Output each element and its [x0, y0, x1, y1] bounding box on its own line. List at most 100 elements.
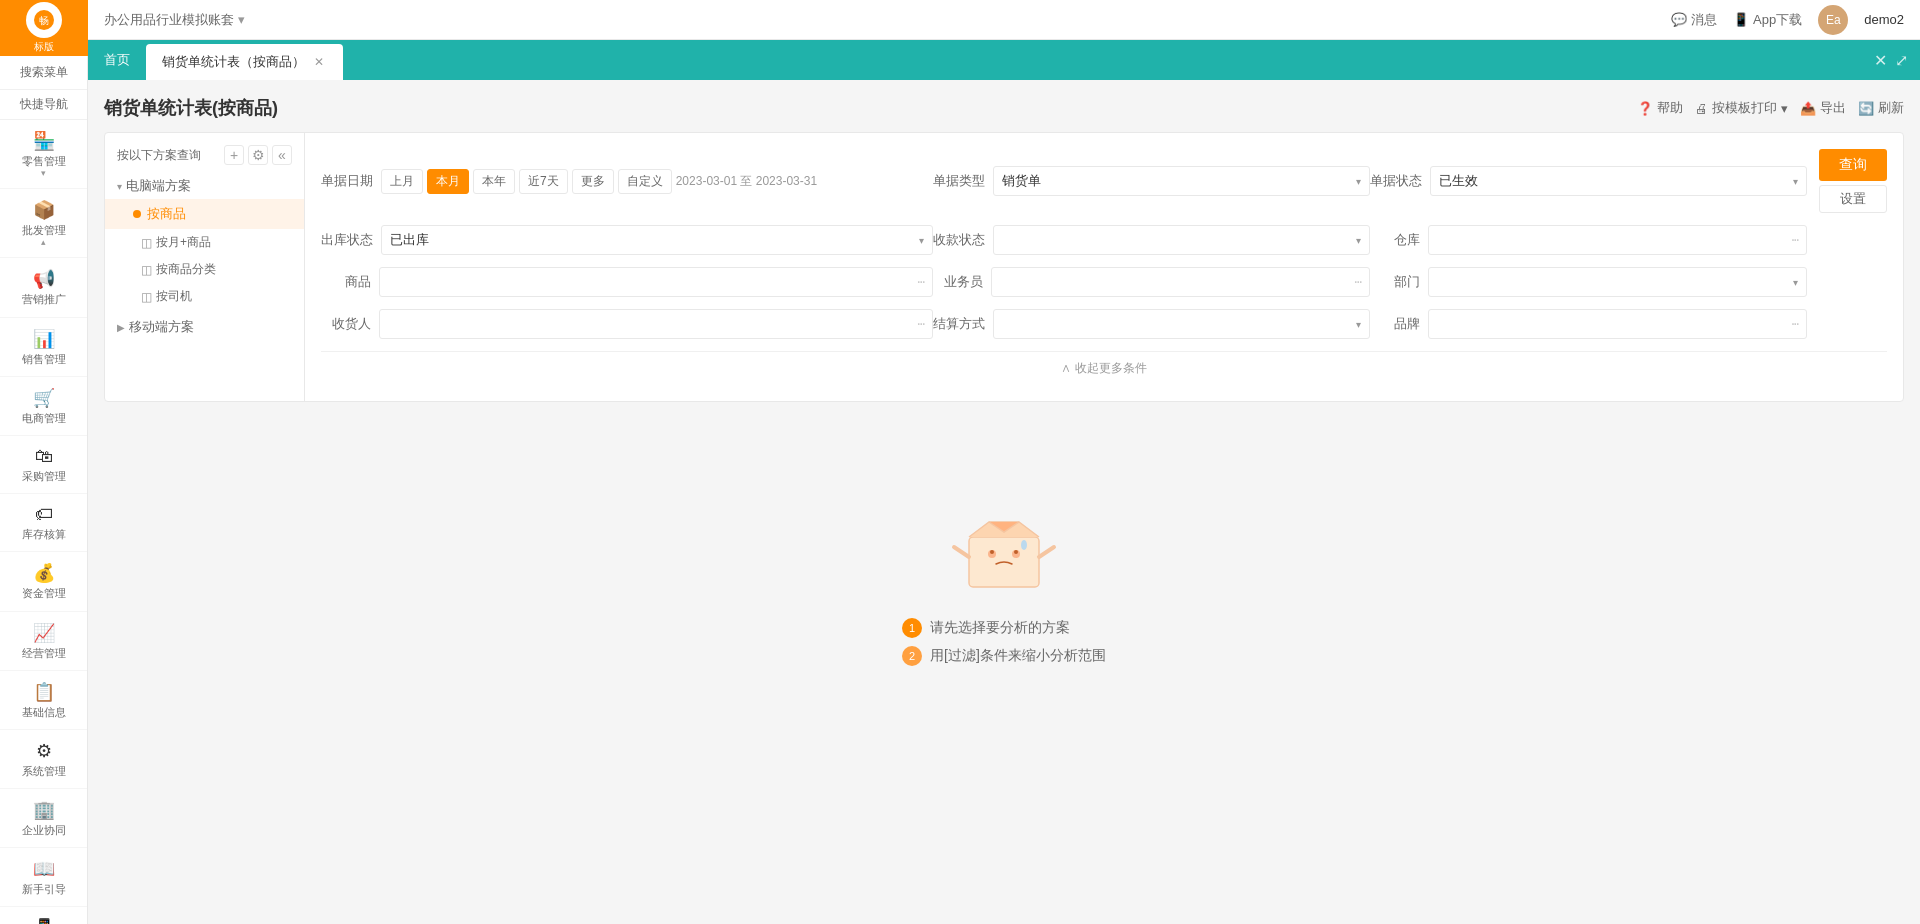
scheme-group-desktop-header[interactable]: ▾ 电脑端方案 — [105, 173, 304, 199]
user-avatar[interactable]: Ea — [1818, 5, 1848, 35]
warehouse-label: 仓库 — [1370, 231, 1420, 249]
main-area: 办公用品行业模拟账套 ▾ 💬 消息 📱 App下载 Ea demo2 — [88, 0, 1920, 924]
scheme-panel-actions: + ⚙ « — [224, 145, 292, 165]
settle-select[interactable]: ▾ — [993, 309, 1370, 339]
filter-paystatus: 收款状态 ▾ — [933, 225, 1370, 255]
sidebar-item-ecommerce[interactable]: 🛒 电商管理 — [0, 377, 87, 436]
guide-icon: 📖 — [33, 858, 55, 880]
status-select[interactable]: 已生效 ▾ — [1430, 166, 1807, 196]
date-btn-lastmonth[interactable]: 上月 — [381, 169, 423, 194]
print-action[interactable]: 🖨 按模板打印 ▾ — [1695, 99, 1788, 117]
dept-select[interactable]: ▾ — [1428, 267, 1807, 297]
scheme-sub-label-1: 按月+商品 — [156, 234, 211, 251]
sidebar-item-finance[interactable]: 💰 资金管理 — [0, 552, 87, 611]
date-range-value: 2023-03-01 至 2023-03-31 — [676, 173, 817, 190]
industry-dropdown-arrow[interactable]: ▾ — [238, 12, 245, 27]
scheme-group-mobile-header[interactable]: ▶ 移动端方案 — [105, 314, 304, 340]
filter-row-4: 收货人 ··· 结算方式 ▾ — [321, 309, 1887, 339]
sidebar-search-item[interactable]: 搜索菜单 — [0, 56, 87, 90]
basic-icon: 📋 — [33, 681, 55, 703]
collapse-bar[interactable]: ∧ 收起更多条件 — [321, 351, 1887, 385]
sidebar-item-wholesale[interactable]: 📦 批发管理 ▴ — [0, 189, 87, 258]
filter-status: 单据状态 已生效 ▾ — [1370, 166, 1807, 196]
tip-num-1: 1 — [902, 618, 922, 638]
refresh-action[interactable]: 🔄 刷新 — [1858, 99, 1904, 117]
sidebar-item-appcenter[interactable]: 📱 应用中心 — [0, 907, 87, 924]
avatar-img: Ea — [1826, 13, 1841, 27]
tab-close-btn[interactable]: ✕ — [1874, 51, 1887, 70]
tab-report-label: 销货单统计表（按商品） — [162, 53, 305, 71]
sidebar-item-inventory[interactable]: 🏷 库存核算 — [0, 494, 87, 552]
purchase-icon: 🛍 — [35, 446, 53, 467]
date-selector: 上月 本月 本年 近7天 更多 自定义 — [381, 169, 672, 194]
empty-tip-2: 2 用[过滤]条件来缩小分析范围 — [902, 646, 1106, 666]
date-btn-custom[interactable]: 自定义 — [618, 169, 672, 194]
sidebar-item-guide[interactable]: 📖 新手引导 — [0, 848, 87, 907]
date-btn-thismonth[interactable]: 本月 — [427, 169, 469, 194]
salesman-label: 业务员 — [933, 273, 983, 291]
app-name: 办公用品行业模拟账套 ▾ — [104, 11, 1659, 29]
goods-label: 商品 — [321, 273, 371, 291]
status-arrow: ▾ — [1793, 176, 1798, 187]
paystatus-select[interactable]: ▾ — [993, 225, 1370, 255]
dept-arrow: ▾ — [1793, 277, 1798, 288]
filter-warehouse: 仓库 ··· — [1370, 225, 1807, 255]
scheme-item-goods[interactable]: 按商品 — [105, 199, 304, 229]
sidebar-item-marketing[interactable]: 📢 营销推广 — [0, 258, 87, 317]
settings-button[interactable]: 设置 — [1819, 185, 1887, 213]
scheme-settings-btn[interactable]: ⚙ — [248, 145, 268, 165]
sidebar-item-operation[interactable]: 📈 经营管理 — [0, 612, 87, 671]
paystatus-label: 收款状态 — [933, 231, 985, 249]
type-select[interactable]: 销货单 ▾ — [993, 166, 1370, 196]
message-action[interactable]: 💬 消息 — [1671, 11, 1717, 29]
scheme-sub-item-driver[interactable]: ◫ 按司机 — [105, 283, 304, 310]
status-value: 已生效 — [1439, 172, 1478, 190]
goods-dots: ··· — [917, 273, 924, 291]
username[interactable]: demo2 — [1864, 12, 1904, 27]
sidebar-item-purchase[interactable]: 🛍 采购管理 — [0, 436, 87, 494]
export-action[interactable]: 📤 导出 — [1800, 99, 1846, 117]
scheme-sub-item-month-goods[interactable]: ◫ 按月+商品 — [105, 229, 304, 256]
outstatus-select[interactable]: 已出库 ▾ — [381, 225, 933, 255]
date-btn-thisyear[interactable]: 本年 — [473, 169, 515, 194]
filter-goods: 商品 ··· — [321, 267, 933, 297]
tabbar: 首页 销货单统计表（按商品） ✕ ✕ ⤢ — [88, 40, 1920, 80]
sidebar-quicknav-item[interactable]: 快捷导航 — [0, 90, 87, 120]
filter-date: 单据日期 上月 本月 本年 近7天 更多 自定义 — [321, 169, 933, 194]
sales-icon: 📊 — [33, 328, 55, 350]
collapse-label: ∧ 收起更多条件 — [1061, 361, 1146, 375]
message-label: 消息 — [1691, 11, 1717, 29]
salesman-select[interactable]: ··· — [991, 267, 1370, 297]
scheme-sub-item-goods-category[interactable]: ◫ 按商品分类 — [105, 256, 304, 283]
tab-maximize-btn[interactable]: ⤢ — [1895, 51, 1908, 70]
scheme-panel-header: 按以下方案查询 + ⚙ « — [105, 145, 304, 173]
scheme-add-btn[interactable]: + — [224, 145, 244, 165]
query-button[interactable]: 查询 — [1819, 149, 1887, 181]
brand-select[interactable]: ··· — [1428, 309, 1807, 339]
warehouse-select[interactable]: ··· — [1428, 225, 1807, 255]
app-logo[interactable]: 畅 标版 — [0, 0, 88, 56]
sidebar-item-basic[interactable]: 📋 基础信息 — [0, 671, 87, 730]
filter-row-1: 单据日期 上月 本月 本年 近7天 更多 自定义 — [321, 149, 1887, 213]
receiver-select[interactable]: ··· — [379, 309, 933, 339]
scheme-collapse-btn[interactable]: « — [272, 145, 292, 165]
date-btn-7days[interactable]: 近7天 — [519, 169, 568, 194]
sidebar-item-retail[interactable]: 🏪 零售管理 ▾ — [0, 120, 87, 189]
content-area: 销货单统计表(按商品) ❓ 帮助 🖨 按模板打印 ▾ 📤 — [88, 80, 1920, 924]
tab-report[interactable]: 销货单统计表（按商品） ✕ — [146, 44, 343, 80]
goods-select[interactable]: ··· — [379, 267, 933, 297]
filter-row-3: 商品 ··· 业务员 ··· — [321, 267, 1887, 297]
date-btn-more[interactable]: 更多 — [572, 169, 614, 194]
appdownload-label: App下载 — [1753, 11, 1802, 29]
help-action[interactable]: ❓ 帮助 — [1637, 99, 1683, 117]
tab-report-close[interactable]: ✕ — [311, 54, 327, 70]
sub-item-icon-1: ◫ — [141, 236, 152, 250]
svg-text:畅: 畅 — [39, 15, 49, 26]
print-dropdown[interactable]: ▾ — [1781, 101, 1788, 116]
tab-home[interactable]: 首页 — [88, 40, 146, 80]
sidebar-item-system[interactable]: ⚙ 系统管理 — [0, 730, 87, 789]
sidebar-item-sales[interactable]: 📊 销售管理 — [0, 318, 87, 377]
appdownload-action[interactable]: 📱 App下载 — [1733, 11, 1802, 29]
outstatus-value: 已出库 — [390, 231, 429, 249]
sidebar-item-enterprise[interactable]: 🏢 企业协同 — [0, 789, 87, 848]
